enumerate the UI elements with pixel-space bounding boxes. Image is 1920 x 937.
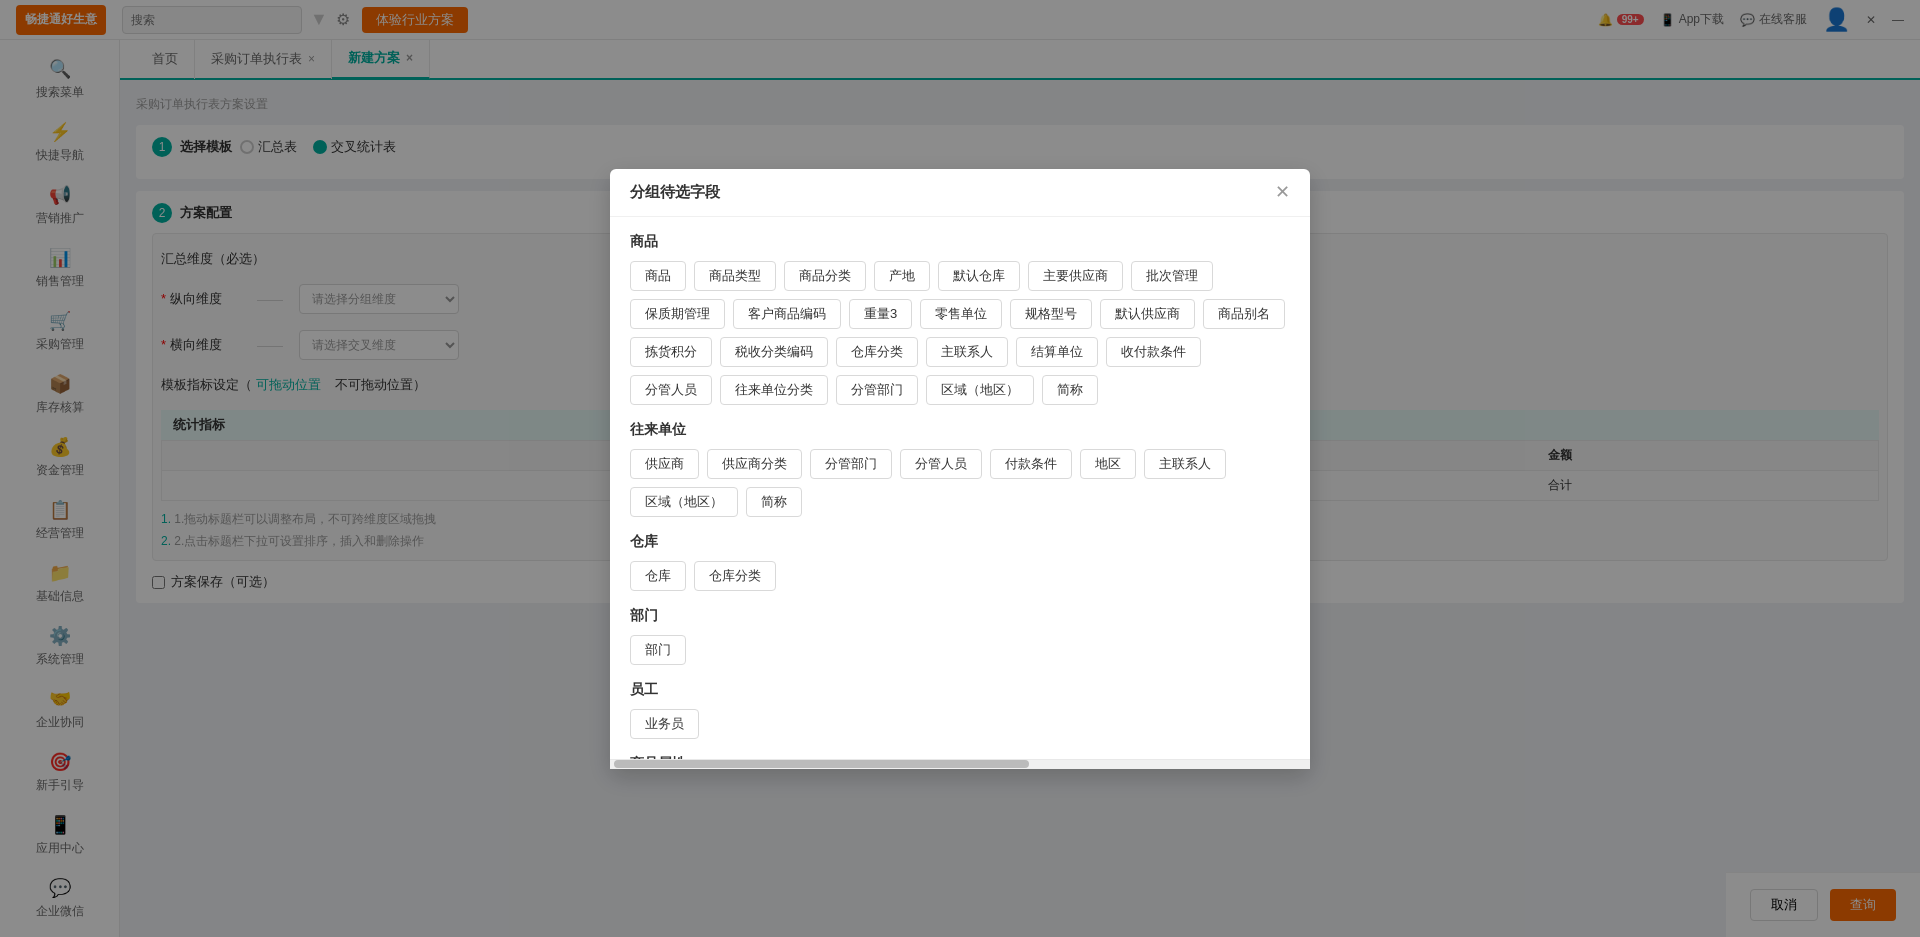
field-group-employee: 员工业务员 (630, 681, 1290, 739)
field-chip-goods-19[interactable]: 收付款条件 (1106, 337, 1201, 367)
modal-body: 商品商品商品类型商品分类产地默认仓库主要供应商批次管理保质期管理客户商品编码重量… (610, 217, 1310, 759)
field-chip-partner-3[interactable]: 分管人员 (900, 449, 982, 479)
field-chip-goods-13[interactable]: 商品别名 (1203, 299, 1285, 329)
modal-overlay: 分组待选字段 ✕ 商品商品商品类型商品分类产地默认仓库主要供应商批次管理保质期管… (0, 0, 1920, 937)
modal-close-button[interactable]: ✕ (1275, 183, 1290, 201)
field-chip-goods-7[interactable]: 保质期管理 (630, 299, 725, 329)
field-chip-partner-4[interactable]: 付款条件 (990, 449, 1072, 479)
field-chip-goods-4[interactable]: 默认仓库 (938, 261, 1020, 291)
field-chip-goods-3[interactable]: 产地 (874, 261, 930, 291)
field-chip-goods-14[interactable]: 拣货积分 (630, 337, 712, 367)
field-chip-partner-6[interactable]: 主联系人 (1144, 449, 1226, 479)
field-chips-warehouse: 仓库仓库分类 (630, 561, 1290, 591)
field-chip-goods-11[interactable]: 规格型号 (1010, 299, 1092, 329)
field-group-title-goods: 商品 (630, 233, 1290, 251)
field-chip-goods-0[interactable]: 商品 (630, 261, 686, 291)
field-chip-goods-10[interactable]: 零售单位 (920, 299, 1002, 329)
field-chip-department-0[interactable]: 部门 (630, 635, 686, 665)
field-chip-partner-5[interactable]: 地区 (1080, 449, 1136, 479)
field-chip-goods-24[interactable]: 简称 (1042, 375, 1098, 405)
field-chips-partner: 供应商供应商分类分管部门分管人员付款条件地区主联系人区域（地区） 简称 (630, 449, 1290, 517)
modal: 分组待选字段 ✕ 商品商品商品类型商品分类产地默认仓库主要供应商批次管理保质期管… (610, 169, 1310, 769)
field-chip-partner-8[interactable]: 简称 (746, 487, 802, 517)
field-chips-employee: 业务员 (630, 709, 1290, 739)
field-chip-goods-15[interactable]: 税收分类编码 (720, 337, 828, 367)
field-chip-goods-21[interactable]: 往来单位分类 (720, 375, 828, 405)
field-chip-goods-5[interactable]: 主要供应商 (1028, 261, 1123, 291)
field-chip-goods-1[interactable]: 商品类型 (694, 261, 776, 291)
field-chip-goods-22[interactable]: 分管部门 (836, 375, 918, 405)
field-group-title-warehouse: 仓库 (630, 533, 1290, 551)
field-chip-goods-17[interactable]: 主联系人 (926, 337, 1008, 367)
modal-header: 分组待选字段 ✕ (610, 169, 1310, 217)
scrollbar-thumb (614, 760, 1029, 768)
field-chip-goods-23[interactable]: 区域（地区） (926, 375, 1034, 405)
field-chip-goods-12[interactable]: 默认供应商 (1100, 299, 1195, 329)
field-chip-partner-1[interactable]: 供应商分类 (707, 449, 802, 479)
field-group-partner: 往来单位供应商供应商分类分管部门分管人员付款条件地区主联系人区域（地区） 简称 (630, 421, 1290, 517)
field-chip-partner-7[interactable]: 区域（地区） (630, 487, 738, 517)
field-group-title-partner: 往来单位 (630, 421, 1290, 439)
field-chip-employee-0[interactable]: 业务员 (630, 709, 699, 739)
field-chip-goods-2[interactable]: 商品分类 (784, 261, 866, 291)
field-chip-partner-2[interactable]: 分管部门 (810, 449, 892, 479)
field-chip-warehouse-1[interactable]: 仓库分类 (694, 561, 776, 591)
modal-title: 分组待选字段 (630, 183, 720, 202)
field-chip-goods-16[interactable]: 仓库分类 (836, 337, 918, 367)
field-chips-goods: 商品商品类型商品分类产地默认仓库主要供应商批次管理保质期管理客户商品编码重量3 零… (630, 261, 1290, 405)
field-chip-goods-8[interactable]: 客户商品编码 (733, 299, 841, 329)
field-chip-goods-9[interactable]: 重量3 (849, 299, 912, 329)
field-group-department: 部门部门 (630, 607, 1290, 665)
field-group-title-department: 部门 (630, 607, 1290, 625)
field-group-goods: 商品商品商品类型商品分类产地默认仓库主要供应商批次管理保质期管理客户商品编码重量… (630, 233, 1290, 405)
modal-hscrollbar[interactable] (610, 759, 1310, 769)
field-chips-department: 部门 (630, 635, 1290, 665)
field-chip-partner-0[interactable]: 供应商 (630, 449, 699, 479)
field-group-title-employee: 员工 (630, 681, 1290, 699)
field-group-warehouse: 仓库仓库仓库分类 (630, 533, 1290, 591)
field-chip-goods-6[interactable]: 批次管理 (1131, 261, 1213, 291)
field-chip-goods-18[interactable]: 结算单位 (1016, 337, 1098, 367)
field-chip-goods-20[interactable]: 分管人员 (630, 375, 712, 405)
field-chip-warehouse-0[interactable]: 仓库 (630, 561, 686, 591)
